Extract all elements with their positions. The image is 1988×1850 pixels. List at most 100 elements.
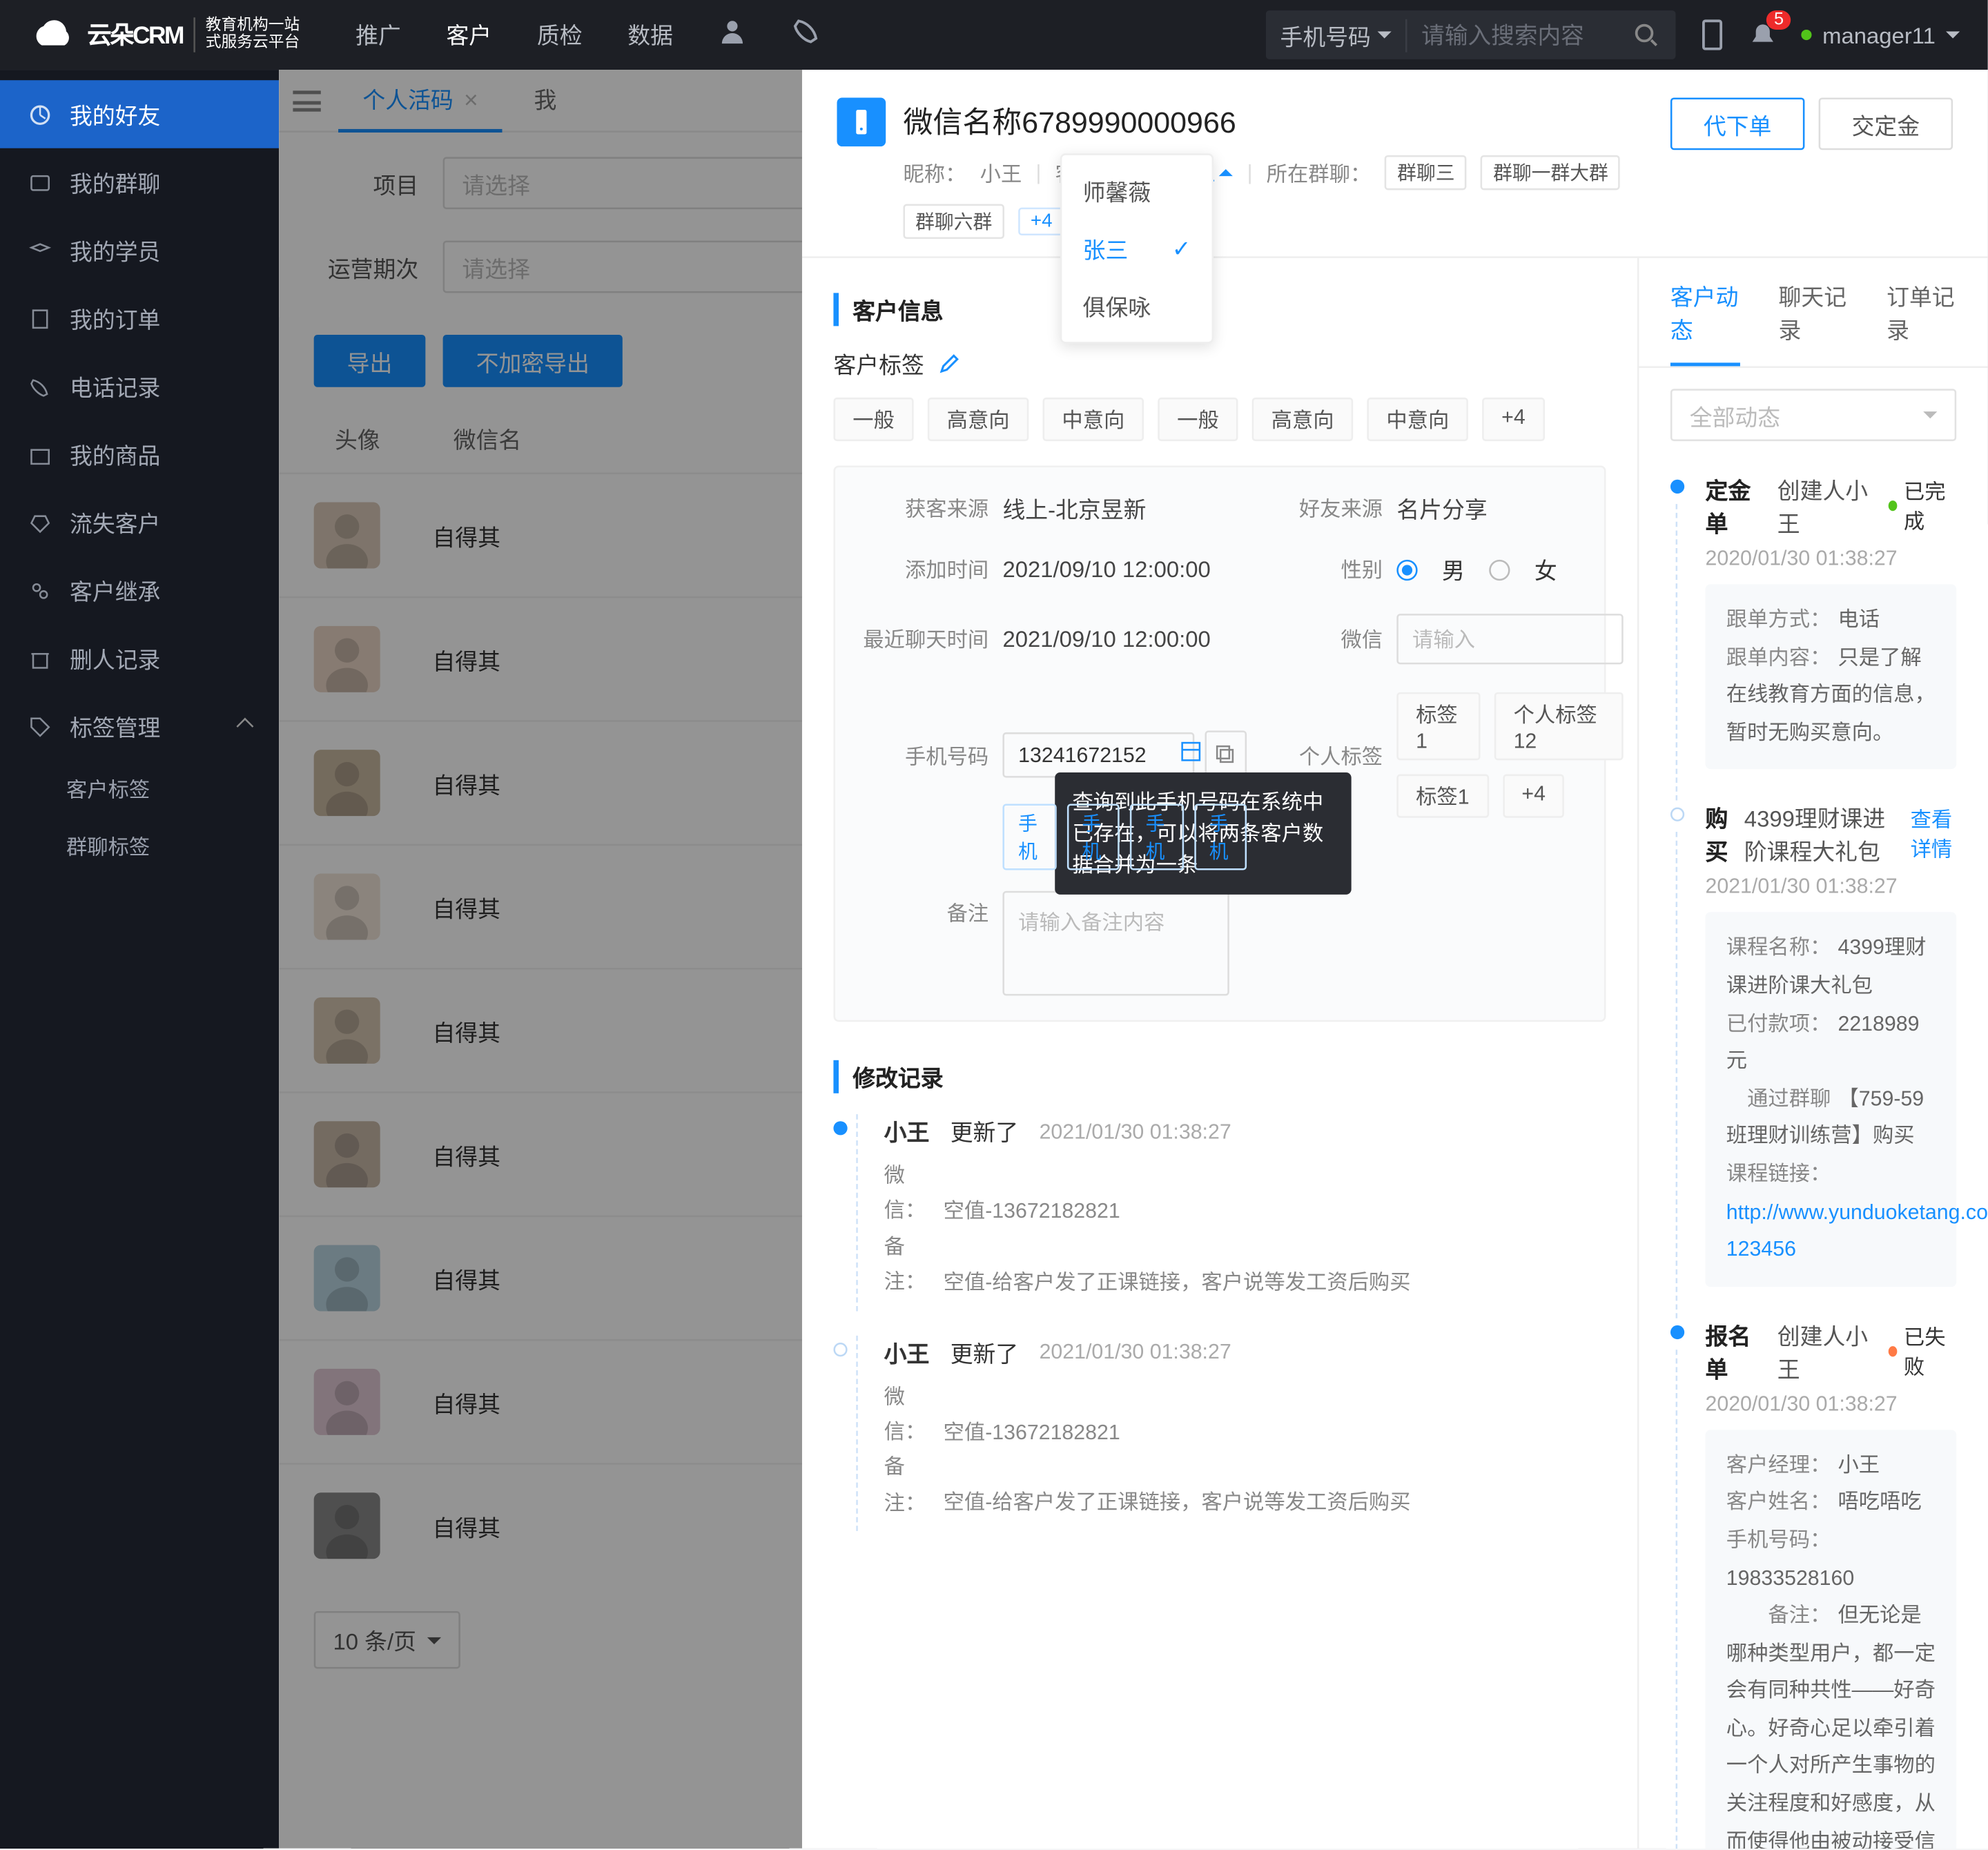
dd-item[interactable]: 张三✓	[1062, 220, 1211, 277]
customer-tag[interactable]: 中意向	[1367, 398, 1469, 441]
tl-card: 客户经理：小王客户姓名：唔吃唔吃手机号码：19833528160备注：但无论是哪…	[1705, 1430, 1956, 1849]
sidebar-item-calllog[interactable]: 电话记录	[0, 352, 279, 420]
sidebar-item-lost[interactable]: 流失客户	[0, 488, 279, 556]
nav-user-icon[interactable]	[715, 0, 750, 72]
mgr-dropdown: 师馨薇 张三✓ 俱保咏	[1060, 153, 1214, 343]
sidebar-sub-custtag[interactable]: 客户标签	[0, 760, 279, 817]
sidebar-item-dellog[interactable]: 删人记录	[0, 624, 279, 692]
rtab-chat[interactable]: 聊天记录	[1779, 279, 1849, 366]
sidebar-item-orders[interactable]: 我的订单	[0, 284, 279, 353]
nav-phone-icon[interactable]	[788, 0, 824, 72]
phone-link-tag[interactable]: 手机	[1130, 804, 1183, 870]
contacts-icon[interactable]	[1180, 741, 1201, 762]
timeline-item: 购买4399理财课进阶课程大礼包查看详情 2021/01/30 01:38:27…	[1670, 801, 1956, 1286]
wechat-icon	[837, 97, 886, 146]
tag-label: 客户标签	[833, 347, 924, 380]
label-lastchat: 最近聊天时间	[863, 624, 988, 654]
phone-link-tag[interactable]: 手机	[1066, 804, 1120, 870]
group-more[interactable]: +4	[1018, 208, 1064, 235]
activity-filter-select[interactable]: 全部动态	[1670, 389, 1956, 441]
val-friendsrc: 名片分享	[1396, 491, 1623, 525]
dd-item[interactable]: 师馨薇	[1062, 162, 1211, 220]
wx-input[interactable]: 请输入	[1396, 614, 1623, 664]
wx-title: 微信名称6789990000966	[903, 97, 1670, 141]
radio-male[interactable]	[1396, 559, 1417, 580]
phone-link-tag[interactable]: 手机	[1193, 804, 1247, 870]
nav-customer[interactable]: 客户	[442, 0, 495, 72]
search-input[interactable]	[1407, 22, 1617, 48]
label-gender: 性别	[1260, 554, 1383, 584]
edit-icon[interactable]	[938, 352, 961, 375]
status-badge: 已完成	[1888, 476, 1956, 536]
customer-tag[interactable]: 高意向	[1252, 398, 1354, 441]
tl-sub: 创建人小王	[1777, 1318, 1874, 1384]
log-dot	[833, 1121, 847, 1135]
group-tag[interactable]: 群聊六群	[903, 204, 1004, 240]
search-icon[interactable]	[1617, 23, 1676, 47]
status-badge: 已失败	[1888, 1321, 1956, 1381]
customer-drawer: 微信名称6789990000966 昵称：小王 | 客户经理： 张三 | 所在群…	[802, 70, 1988, 1849]
tl-time: 2020/01/30 01:38:27	[1705, 1391, 1956, 1415]
topbar: 云朵CRM 教育机构一站式服务云平台 推广 客户 质检 数据 手机号码 5	[0, 0, 1988, 70]
sidebar-item-friends[interactable]: 我的好友	[0, 80, 279, 148]
rtab-orders[interactable]: 订单记录	[1887, 279, 1956, 366]
tl-dot	[1670, 480, 1684, 494]
label-remark: 备注	[863, 846, 988, 928]
phone-input[interactable]: 13241672152	[1002, 732, 1194, 778]
customer-tag[interactable]: 高意向	[928, 398, 1029, 441]
sidebar-item-inherit[interactable]: 客户继承	[0, 556, 279, 625]
personal-tag[interactable]: 个人标签12	[1494, 692, 1624, 761]
user-menu[interactable]: manager11	[1802, 22, 1960, 48]
group-tag[interactable]: 群聊三	[1385, 155, 1467, 191]
radio-female-label: 女	[1534, 553, 1557, 586]
tl-dot	[1670, 808, 1684, 821]
sidebar-item-tagmgmt[interactable]: 标签管理	[0, 692, 279, 761]
phone-link-tag[interactable]: 手机	[1002, 804, 1055, 870]
personal-tag-more[interactable]: +4	[1503, 775, 1565, 818]
label-phone: 手机号码	[863, 740, 988, 770]
tl-title: 购买	[1705, 801, 1730, 867]
check-icon: ✓	[1172, 235, 1191, 262]
tl-sub: 创建人小王	[1777, 473, 1874, 539]
radio-female[interactable]	[1489, 559, 1510, 580]
sidebar-item-students[interactable]: 我的学员	[0, 216, 279, 284]
view-detail-link[interactable]: 查看详情	[1911, 804, 1957, 864]
log-time: 2021/01/30 01:38:27	[1040, 1339, 1231, 1363]
personal-tag[interactable]: 标签1	[1396, 692, 1480, 761]
customer-tag-more[interactable]: +4	[1482, 398, 1544, 441]
log-who: 小王	[884, 1335, 930, 1368]
label-wx: 微信	[1260, 624, 1383, 654]
search-type-select[interactable]: 手机号码	[1266, 19, 1407, 52]
val-addtime: 2021/09/10 12:00:00	[1002, 556, 1247, 583]
sidebar-item-groups[interactable]: 我的群聊	[0, 148, 279, 217]
search-group: 手机号码	[1266, 10, 1676, 59]
group-tag[interactable]: 群聊一群大群	[1481, 155, 1620, 191]
notif-icon[interactable]: 5	[1749, 21, 1777, 48]
nav-promote[interactable]: 推广	[352, 0, 405, 72]
customer-tag[interactable]: 一般	[1158, 398, 1238, 441]
device-icon[interactable]	[1700, 19, 1724, 50]
tl-title: 报名单	[1705, 1318, 1763, 1384]
sidebar-item-products[interactable]: 我的商品	[0, 420, 279, 489]
log-line: 备注：空值-给客户发了正课链接，客户说等发工资后购买	[884, 1450, 1606, 1521]
tl-card: 跟单方式：电话跟单内容：只是了解在线教育方面的信息，暂时无购买意向。	[1705, 584, 1956, 770]
tl-time: 2020/01/30 01:38:27	[1705, 546, 1956, 570]
log-act: 更新了	[951, 1114, 1019, 1147]
label-friendsrc: 好友来源	[1260, 494, 1383, 523]
label-addtime: 添加时间	[863, 554, 988, 584]
customer-tag[interactable]: 中意向	[1043, 398, 1144, 441]
sidebar-sub-grouptag[interactable]: 群聊标签	[0, 818, 279, 875]
chevron-up-icon	[1219, 169, 1233, 176]
rtab-activity[interactable]: 客户动态	[1670, 279, 1740, 366]
customer-tag[interactable]: 一般	[833, 398, 913, 441]
log-line: 备注：空值-给客户发了正课链接，客户说等发工资后购买	[884, 1229, 1606, 1300]
proxy-order-button[interactable]: 代下单	[1670, 97, 1805, 150]
timeline-item: 定金单创建人小王已完成 2020/01/30 01:38:27 跟单方式：电话跟…	[1670, 473, 1956, 770]
nav-data[interactable]: 数据	[624, 0, 676, 72]
nav-qc[interactable]: 质检	[534, 0, 586, 72]
link[interactable]: http://www.yunduoketang.com/?123456	[1726, 1199, 1988, 1261]
personal-tag[interactable]: 标签1	[1396, 775, 1488, 818]
deposit-button[interactable]: 交定金	[1819, 97, 1953, 150]
remark-input[interactable]: 请输入备注内容	[1002, 891, 1229, 996]
dd-item[interactable]: 俱保咏	[1062, 278, 1211, 335]
